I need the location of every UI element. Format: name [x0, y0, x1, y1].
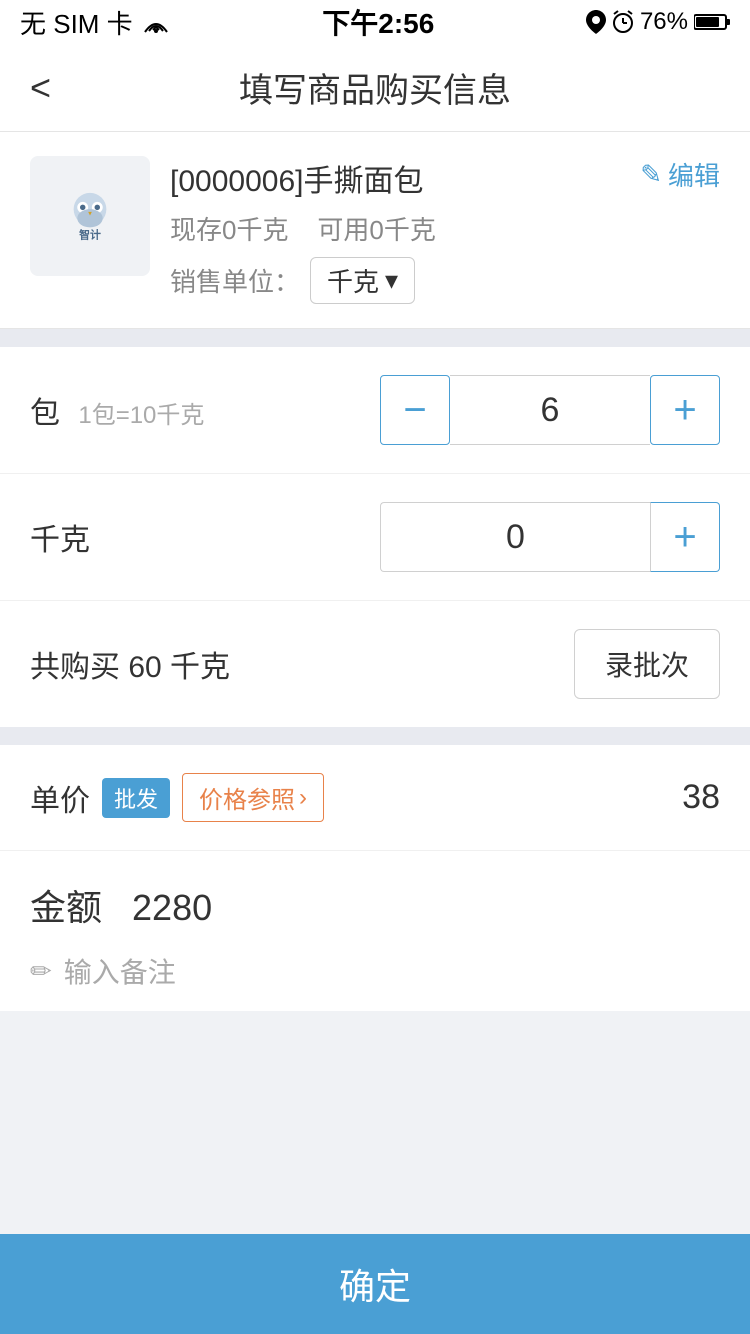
section-separator-2 — [0, 727, 750, 745]
edit-icon: ✎ — [640, 159, 662, 190]
bao-qty-input[interactable] — [450, 375, 650, 445]
kg-row: 千克 + — [0, 474, 750, 601]
chevron-down-icon: ▾ — [385, 265, 398, 296]
amount-row: 金额 2280 — [30, 879, 720, 931]
alarm-icon — [612, 10, 634, 34]
carrier-text: 无 SIM 卡 — [20, 4, 133, 41]
bao-row: 包 1包=10千克 − + — [0, 347, 750, 474]
product-info: [0000006]手撕面包 现存0千克 可用0千克 销售单位： 千克 ▾ — [170, 156, 720, 304]
page-header: < 填写商品购买信息 — [0, 44, 750, 132]
price-ref-button[interactable]: 价格参照 › — [182, 773, 324, 822]
battery-icon — [694, 13, 730, 31]
bao-qty-control: − + — [380, 375, 720, 445]
price-label: 单价 批发 价格参照 › — [30, 773, 324, 822]
kg-label: 千克 — [30, 515, 380, 559]
price-value: 38 — [682, 778, 720, 817]
price-section: 单价 批发 价格参照 › 38 — [0, 745, 750, 851]
product-logo: 智计 — [55, 191, 125, 241]
battery-text: 76% — [640, 8, 688, 36]
product-name: [0000006]手撕面包 — [170, 156, 720, 200]
note-placeholder: 输入备注 — [64, 951, 176, 991]
svg-text:智计: 智计 — [78, 227, 101, 241]
main-content: 智计 [0000006]手撕面包 现存0千克 可用0千克 销售单位： 千克 ▾ — [0, 132, 750, 1131]
unit-select[interactable]: 千克 ▾ — [310, 257, 415, 304]
bao-label: 包 1包=10千克 — [30, 388, 380, 432]
note-row[interactable]: ✏ 输入备注 — [30, 951, 720, 991]
confirm-button[interactable]: 确定 — [0, 1234, 750, 1334]
wifi-icon — [141, 11, 171, 33]
total-row: 共购买 60 千克 录批次 — [0, 601, 750, 727]
page-title: 填写商品购买信息 — [239, 63, 511, 112]
section-separator-1 — [0, 329, 750, 347]
location-icon — [586, 10, 606, 34]
status-bar: 无 SIM 卡 下午2:56 76% — [0, 0, 750, 44]
batch-button[interactable]: 录批次 — [574, 629, 720, 699]
kg-plus-button[interactable]: + — [650, 502, 720, 572]
price-tag: 批发 — [102, 778, 170, 818]
status-left: 无 SIM 卡 — [20, 4, 171, 41]
product-stock: 现存0千克 可用0千克 — [170, 210, 720, 247]
product-image: 智计 — [30, 156, 150, 276]
status-time: 下午2:56 — [322, 2, 434, 42]
amount-value: 2280 — [132, 887, 212, 928]
edit-button[interactable]: ✎ 编辑 — [640, 156, 720, 193]
pencil-icon: ✏ — [30, 956, 52, 987]
product-unit: 销售单位： 千克 ▾ — [170, 257, 720, 304]
product-card: 智计 [0000006]手撕面包 现存0千克 可用0千克 销售单位： 千克 ▾ — [0, 132, 750, 329]
back-button[interactable]: < — [30, 67, 51, 109]
bao-plus-button[interactable]: + — [650, 375, 720, 445]
kg-qty-control: + — [380, 502, 720, 572]
bao-minus-button[interactable]: − — [380, 375, 450, 445]
chevron-right-icon: › — [299, 784, 307, 812]
status-right: 76% — [586, 8, 730, 36]
kg-qty-input[interactable] — [380, 502, 650, 572]
bao-hint: 1包=10千克 — [78, 402, 204, 429]
total-text: 共购买 60 千克 — [30, 642, 230, 686]
input-section: 包 1包=10千克 − + 千克 + — [0, 347, 750, 601]
amount-section: 金额 2280 ✏ 输入备注 — [0, 851, 750, 1011]
